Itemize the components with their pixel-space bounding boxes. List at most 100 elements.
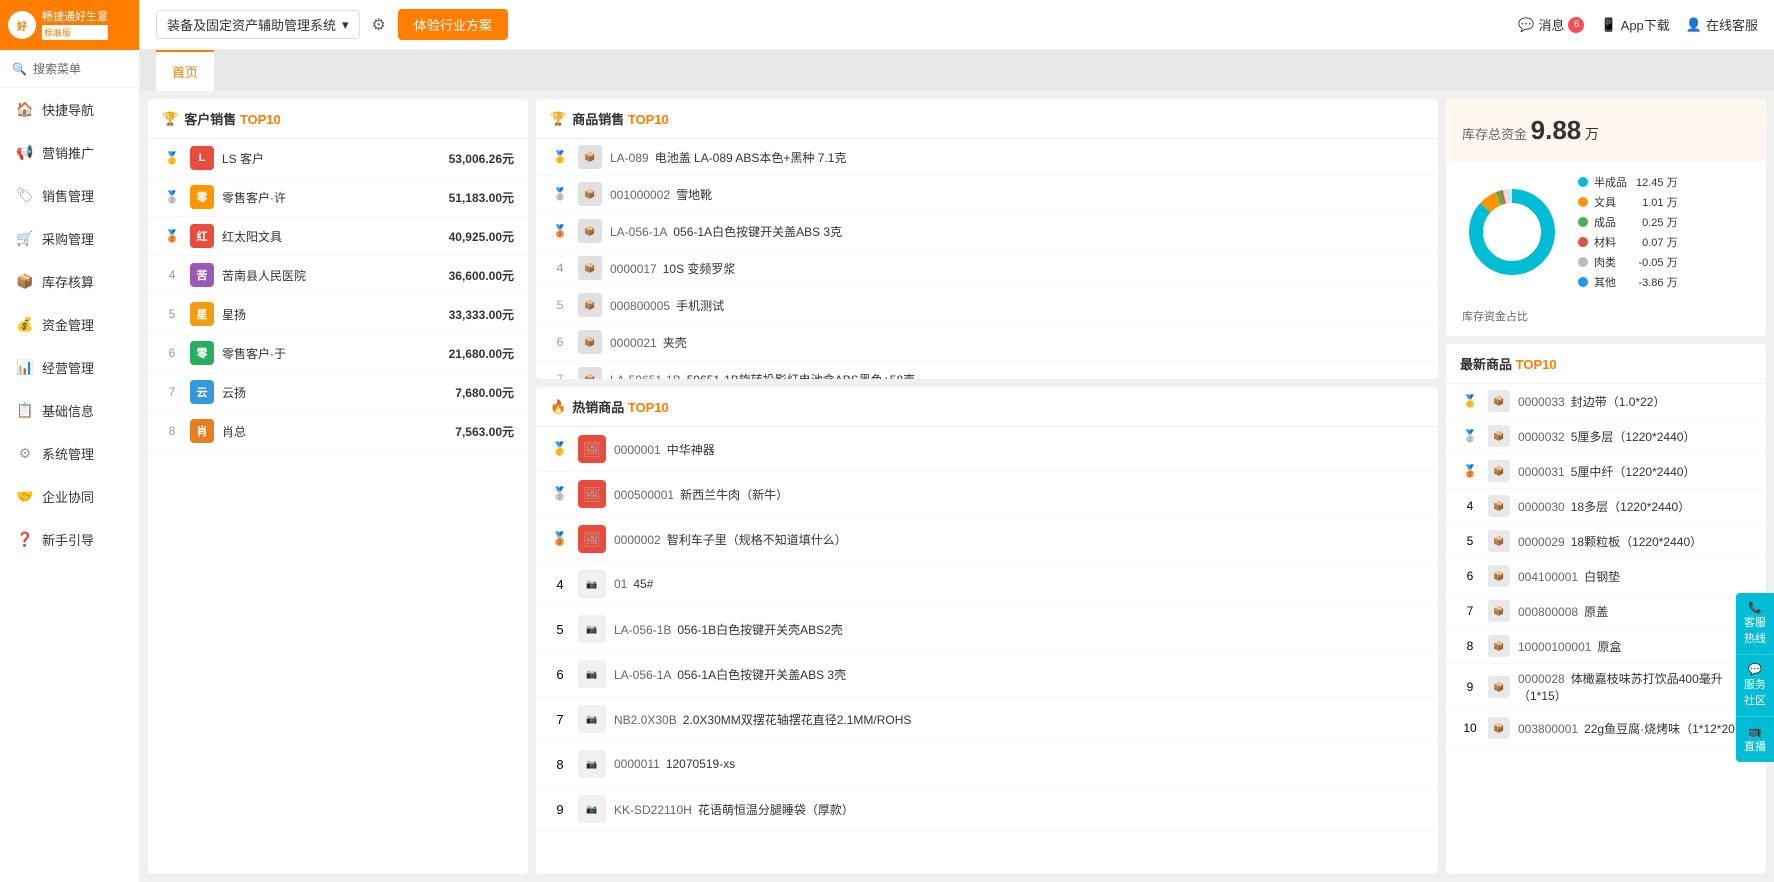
- operation-icon: 📊: [16, 359, 34, 377]
- list-item[interactable]: 7📦000800008原盖: [1446, 594, 1766, 629]
- list-item[interactable]: 🥈零零售客户·许51,183.00元: [148, 178, 528, 217]
- product-name: 000002918颗粒板（1220*2440）: [1518, 533, 1752, 550]
- list-item[interactable]: 4📦000003018多层（1220*2440）: [1446, 489, 1766, 524]
- product-thumbnail: 📦: [1488, 676, 1510, 698]
- app-download-label: App下载: [1621, 15, 1670, 34]
- list-item[interactable]: 5星星扬33,333.00元: [148, 295, 528, 334]
- list-item[interactable]: 9📦0000028体橄嘉枝味苏打饮品400毫升（1*15）: [1446, 664, 1766, 711]
- list-item[interactable]: 8📦10000100001原盒: [1446, 629, 1766, 664]
- list-item[interactable]: 5📷LA-056-1B056-1B白色按键开关壳ABS2壳: [536, 607, 1438, 652]
- sidebar-item-cooperate[interactable]: 🤝 企业协同: [0, 475, 139, 518]
- list-item[interactable]: 7📷NB2.0X30B2.0X30MM双摆花轴摆花直径2.1MM/ROHS: [536, 697, 1438, 742]
- list-item[interactable]: 8📷000001112070519-xs: [536, 742, 1438, 787]
- product-thumbnail: 📦: [578, 145, 602, 169]
- rank-number: 5: [1460, 534, 1480, 548]
- trial-button[interactable]: 体验行业方案: [398, 9, 508, 40]
- list-item[interactable]: 5📦000800005手机测试: [536, 287, 1438, 324]
- rank-number: 10: [1460, 721, 1480, 735]
- message-button[interactable]: 💬 消息 6: [1518, 15, 1584, 34]
- customer-name: 苦南县人民医院: [222, 267, 441, 284]
- product-thumbnail: 📦: [1488, 530, 1510, 552]
- hot-products-title: 热销商品 TOP10: [572, 397, 669, 416]
- sidebar-item-inventory[interactable]: 📦 库存核算: [0, 260, 139, 303]
- cs-hotline[interactable]: 📞 客服 热线: [1736, 593, 1774, 655]
- sidebar-item-system[interactable]: ⚙ 系统管理: [0, 432, 139, 475]
- list-item[interactable]: 7📦LA-59651-1B59651-1B旋转投影灯电池盒ABS黑色+58壳: [536, 361, 1438, 379]
- list-item[interactable]: 6📦004100001白钢垫: [1446, 559, 1766, 594]
- list-item[interactable]: 🥉📦00000315厘中纤（1220*2440）: [1446, 454, 1766, 489]
- sidebar-search[interactable]: 🔍 搜索菜单: [0, 50, 139, 88]
- list-item[interactable]: 4📦000001710S 变频罗浆: [536, 250, 1438, 287]
- sale-value: 21,680.00元: [449, 345, 514, 362]
- product-image: 🖼: [578, 525, 606, 553]
- product-image: 📷: [578, 570, 606, 598]
- list-item[interactable]: 🥉红红太阳文具40,925.00元: [148, 217, 528, 256]
- fire-icon: 🔥: [550, 399, 566, 415]
- list-item[interactable]: 7云云扬7,680.00元: [148, 373, 528, 412]
- list-item[interactable]: 9📷KK-SD22110H花语萌恒温分腿睡袋（厚款）: [536, 787, 1438, 832]
- list-item[interactable]: 6📦0000021夹壳: [536, 324, 1438, 361]
- list-item[interactable]: 8肖肖总7,563.00元: [148, 412, 528, 451]
- sidebar-item-finance[interactable]: 💰 资金管理: [0, 303, 139, 346]
- list-item[interactable]: 10📦00380000122g鱼豆腐·烧烤味（1*12*20）: [1446, 711, 1766, 746]
- marketing-icon: 📢: [16, 144, 34, 162]
- product-thumbnail: 📦: [578, 330, 602, 354]
- cs-live[interactable]: 📺 直播: [1736, 717, 1774, 762]
- topbar: 装备及固定资产辅助管理系统 ▾ ⚙ 体验行业方案 💬 消息 6 📱 App下载 …: [140, 0, 1774, 50]
- list-item[interactable]: 🥇📦LA-089电池盖 LA-089 ABS本色+黑种 7.1克: [536, 139, 1438, 176]
- list-item[interactable]: 🥉🖼0000002智利车子里（规格不知道填什么）: [536, 517, 1438, 562]
- sidebar-item-basic[interactable]: 📋 基础信息: [0, 389, 139, 432]
- product-image: 🖼: [578, 480, 606, 508]
- sidebar-item-label: 销售管理: [42, 186, 94, 205]
- sidebar-item-operation[interactable]: 📊 经营管理: [0, 346, 139, 389]
- rank-number: 4: [162, 268, 182, 282]
- rank-number: 🥉: [162, 229, 182, 243]
- list-item[interactable]: 🥈📦00000325厘多层（1220*2440）: [1446, 419, 1766, 454]
- message-badge: 6: [1568, 17, 1584, 33]
- list-item[interactable]: 🥇📦0000033封边带（1.0*22）: [1446, 384, 1766, 419]
- list-item[interactable]: 5 📦 000002918颗粒板（1220*2440）: [1446, 524, 1766, 559]
- avatar: 零: [190, 341, 214, 365]
- online-service-button[interactable]: 👤 在线客服: [1686, 15, 1758, 34]
- sidebar-item-purchase[interactable]: 🛒 采购管理: [0, 217, 139, 260]
- rank-number: 4: [550, 261, 570, 275]
- app-download-button[interactable]: 📱 App下载: [1600, 15, 1669, 34]
- logo-icon: 好: [8, 11, 36, 39]
- customer-rank-header: 🏆 客户销售 TOP10: [148, 99, 528, 139]
- list-item[interactable]: 6📷LA-056-1A056-1A白色按键开关盖ABS 3壳: [536, 652, 1438, 697]
- sidebar-item-guide[interactable]: ❓ 新手引导: [0, 518, 139, 561]
- list-item[interactable]: 6零零售客户·于21,680.00元: [148, 334, 528, 373]
- product-image: 📷: [578, 750, 606, 778]
- settings-icon[interactable]: ⚙: [372, 15, 386, 35]
- rank-number: 🥉: [550, 224, 570, 238]
- list-item[interactable]: 🥉📦LA-056-1A056-1A白色按键开关盖ABS 3克: [536, 213, 1438, 250]
- list-item[interactable]: 🥈📦001000002雪地靴: [536, 176, 1438, 213]
- list-item[interactable]: 4苦苦南县人民医院36,600.00元: [148, 256, 528, 295]
- sale-value: 33,333.00元: [449, 306, 514, 323]
- sidebar-item-marketing[interactable]: 📢 营销推广: [0, 131, 139, 174]
- product-name: 0000002智利车子里（规格不知道填什么）: [614, 531, 1424, 548]
- list-item[interactable]: 4📷0145#: [536, 562, 1438, 607]
- avatar: 零: [190, 185, 214, 209]
- product-thumbnail: 📦: [1488, 460, 1510, 482]
- right-column: 库存总资金 9.88 万: [1446, 99, 1766, 874]
- product-image: 📷: [578, 615, 606, 643]
- product-sales-rank-card: 🏆 商品销售 TOP10 🥇📦LA-089电池盖 LA-089 ABS本色+黑种…: [536, 99, 1438, 379]
- page-tabs: 首页: [140, 50, 1774, 91]
- avatar: 苦: [190, 263, 214, 287]
- cs-community[interactable]: 💬 服务 社区: [1736, 655, 1774, 717]
- sidebar-item-quick-nav[interactable]: 🏠 快捷导航: [0, 88, 139, 131]
- product-name: 00000315厘中纤（1220*2440）: [1518, 463, 1752, 480]
- rank-number: 9: [1460, 680, 1480, 694]
- list-item[interactable]: 🥈🖼000500001新西兰牛肉（新牛）: [536, 472, 1438, 517]
- rank-number: 5: [550, 298, 570, 312]
- list-item[interactable]: 🥇🖼0000001中华神器: [536, 427, 1438, 472]
- system-selector[interactable]: 装备及固定资产辅助管理系统 ▾: [156, 10, 360, 39]
- list-item[interactable]: 🥇LLS 客户53,006.26元: [148, 139, 528, 178]
- tab-home[interactable]: 首页: [156, 50, 214, 91]
- sidebar-item-label: 经营管理: [42, 358, 94, 377]
- product-thumbnail: 📦: [578, 256, 602, 280]
- sidebar-item-sales[interactable]: 🏷 销售管理: [0, 174, 139, 217]
- product-thumbnail: 📦: [1488, 635, 1510, 657]
- hot-products-header: 🔥 热销商品 TOP10: [536, 387, 1438, 427]
